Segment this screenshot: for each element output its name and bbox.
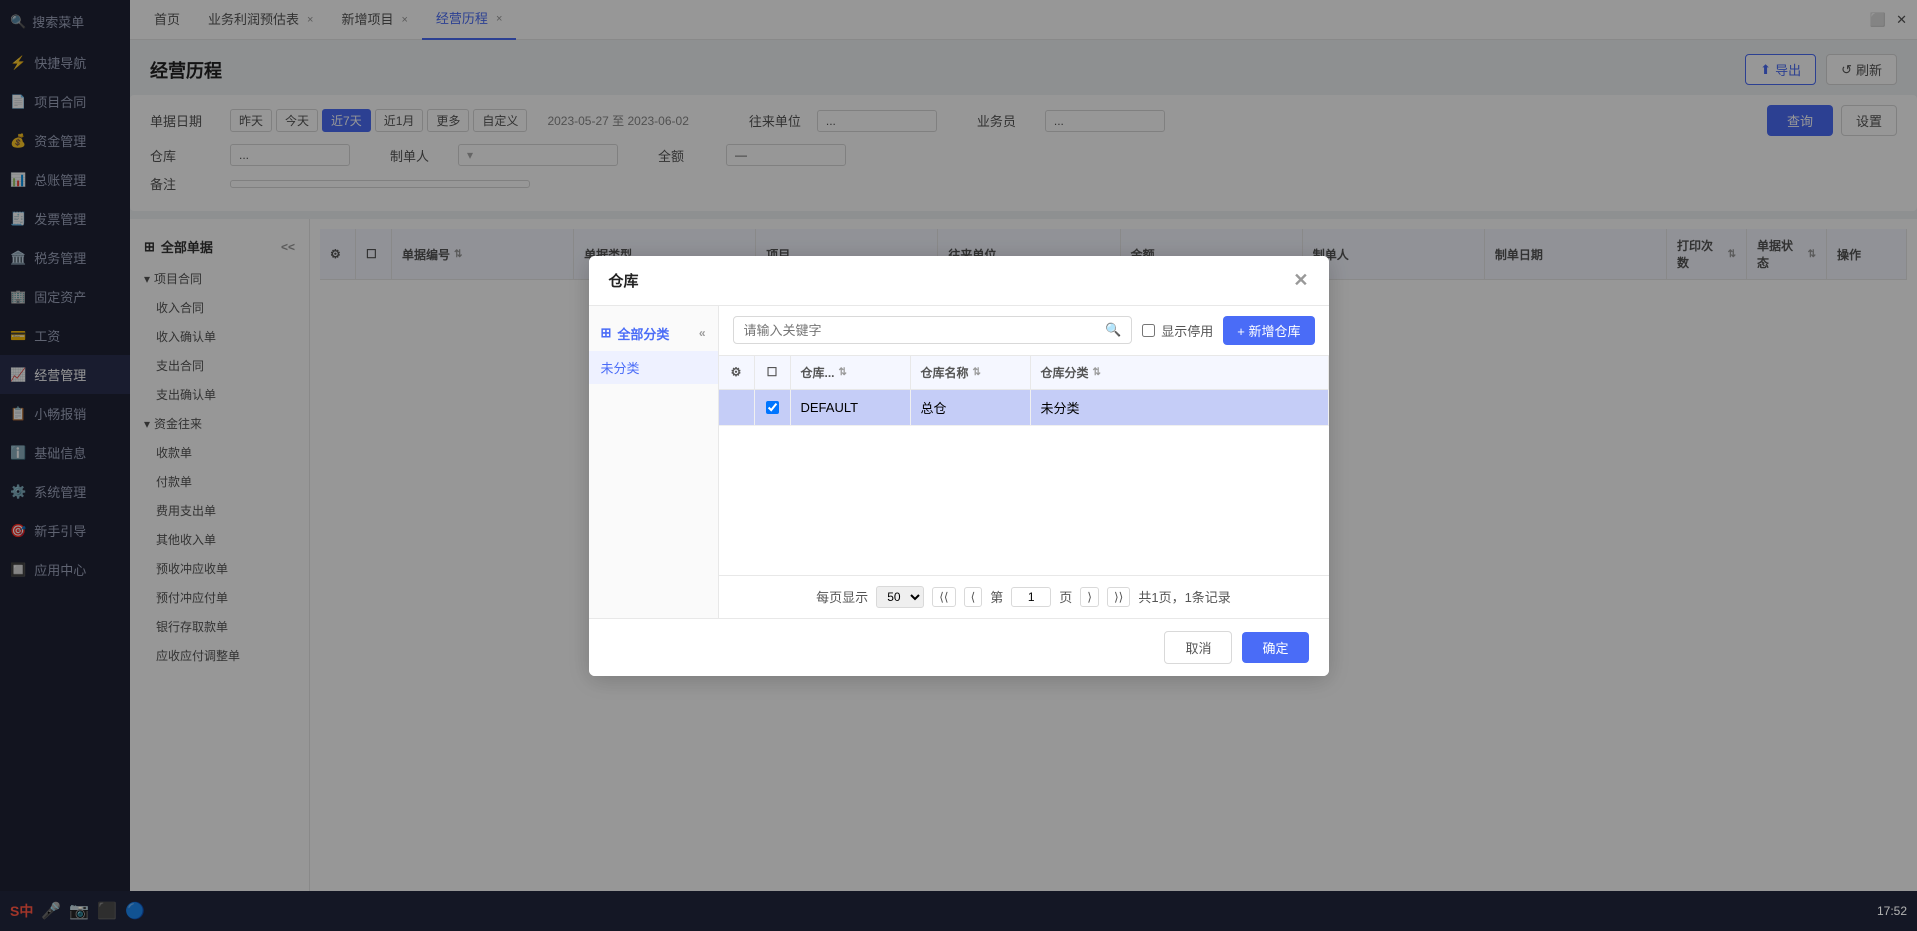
row-name: 总仓 (911, 390, 1031, 425)
modal-title: 仓库 (609, 270, 639, 291)
add-warehouse-button[interactable]: + 新增仓库 (1223, 316, 1314, 345)
modal-collapse-icon[interactable]: « (699, 326, 706, 340)
row-gear (719, 390, 755, 425)
modal-first-btn[interactable]: ⟨⟨ (932, 587, 955, 607)
modal-overlay: 仓库 ✕ ⊞ 全部分类 « 未分类 (0, 0, 1917, 931)
modal-category-list: 未分类 (589, 351, 718, 384)
modal-per-page-label: 每页显示 (816, 587, 868, 606)
row-category: 未分类 (1031, 390, 1329, 425)
modal-total-label: 共1页，1条记录 (1138, 587, 1230, 606)
modal-toolbar: 🔍 显示停用 + 新增仓库 (719, 306, 1329, 356)
table-row[interactable]: DEFAULT 总仓 未分类 (719, 390, 1329, 426)
modal-prev-btn[interactable]: ⟨ (964, 587, 983, 607)
modal-header-name: 仓库名称 ⇅ (911, 356, 1031, 389)
confirm-button[interactable]: 确定 (1242, 632, 1308, 663)
modal-header: 仓库 ✕ (589, 256, 1329, 306)
modal-right-panel: 🔍 显示停用 + 新增仓库 ⚙ (719, 306, 1329, 618)
modal-page-suffix: 页 (1059, 587, 1072, 606)
modal-header-code: 仓库... ⇅ (791, 356, 911, 389)
modal-pagination: 每页显示 50 ⟨⟨ ⟨ 第 页 ⟩ ⟩⟩ 共1页，1条记录 (719, 575, 1329, 618)
sort-category-icon: ⇅ (1093, 367, 1101, 378)
modal-last-btn[interactable]: ⟩⟩ (1107, 587, 1130, 607)
modal-page-label: 第 (990, 587, 1003, 606)
sort-name-icon: ⇅ (973, 367, 981, 378)
modal-header-check[interactable]: ☐ (755, 356, 791, 389)
show-disabled-checkbox[interactable] (1142, 324, 1155, 337)
cancel-button[interactable]: 取消 (1164, 631, 1232, 664)
warehouse-modal: 仓库 ✕ ⊞ 全部分类 « 未分类 (589, 256, 1329, 676)
modal-body: ⊞ 全部分类 « 未分类 🔍 (589, 306, 1329, 618)
modal-left-panel: ⊞ 全部分类 « 未分类 (589, 306, 719, 618)
gear-icon-modal: ⚙ (731, 365, 742, 379)
row-checkbox[interactable] (766, 401, 779, 414)
grid-icon-modal: ⊞ (601, 325, 612, 341)
checkbox-header-icon: ☐ (767, 365, 778, 379)
modal-per-page-select[interactable]: 50 (876, 586, 924, 608)
show-disabled-row: 显示停用 (1142, 321, 1213, 340)
modal-search-input[interactable] (744, 323, 1100, 338)
modal-footer: 取消 确定 (589, 618, 1329, 676)
modal-close-button[interactable]: ✕ (1293, 270, 1308, 291)
modal-all-categories[interactable]: ⊞ 全部分类 « (589, 316, 718, 351)
row-code: DEFAULT (791, 390, 911, 425)
modal-uncategorized[interactable]: 未分类 (589, 351, 718, 384)
modal-table-header: ⚙ ☐ 仓库... ⇅ 仓库名称 ⇅ (719, 356, 1329, 390)
modal-next-btn[interactable]: ⟩ (1080, 587, 1099, 607)
modal-header-gear[interactable]: ⚙ (719, 356, 755, 389)
modal-header-category: 仓库分类 ⇅ (1031, 356, 1329, 389)
row-check[interactable] (755, 390, 791, 425)
modal-search-box: 🔍 (733, 316, 1133, 344)
modal-page-input[interactable] (1011, 587, 1051, 607)
show-disabled-label: 显示停用 (1161, 321, 1213, 340)
sort-code-icon: ⇅ (839, 367, 847, 378)
modal-table: ⚙ ☐ 仓库... ⇅ 仓库名称 ⇅ (719, 356, 1329, 575)
modal-search-icon: 🔍 (1105, 322, 1121, 338)
